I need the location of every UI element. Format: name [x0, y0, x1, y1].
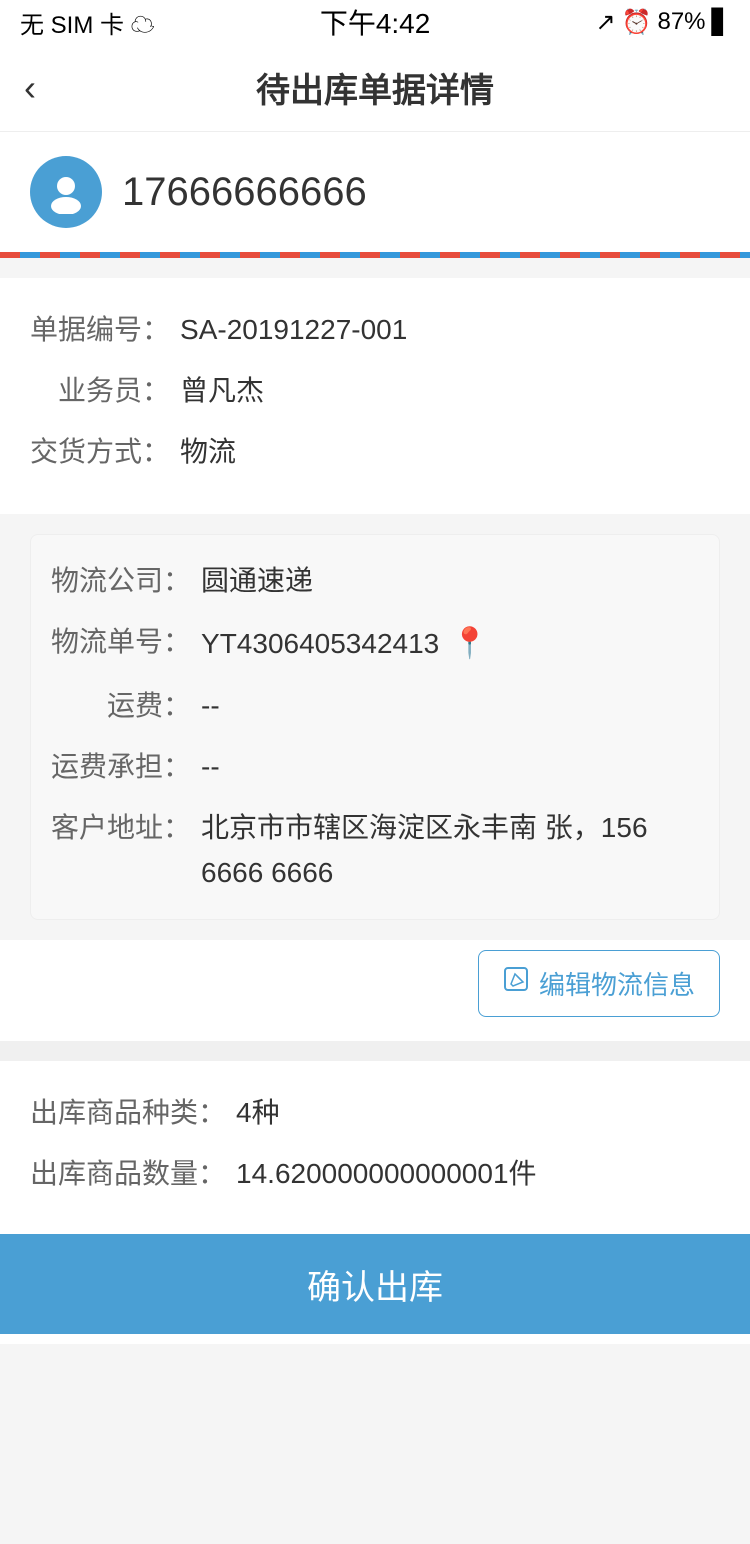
goods-quantity-value: 14.620000000000001件 [236, 1152, 720, 1197]
freight-bear-label: 运费承担： [51, 745, 191, 790]
page-title: 待出库单据详情 [256, 63, 494, 112]
status-left: 无 SIM 卡 ☁ [20, 5, 155, 40]
logistics-tracking-label: 物流单号： [51, 620, 191, 665]
goods-section: 出库商品种类： 4种 出库商品数量： 14.620000000000001件 [0, 1061, 750, 1237]
address-value: 北京市市辖区海淀区永丰南 张，156 6666 6666 [201, 806, 699, 896]
goods-quantity-label: 出库商品数量： [30, 1152, 226, 1197]
address-row: 客户地址： 北京市市辖区海淀区永丰南 张，156 6666 6666 [51, 806, 699, 896]
freight-bear-row: 运费承担： -- [51, 745, 699, 790]
section-separator [0, 1041, 750, 1061]
status-bar: 无 SIM 卡 ☁ 下午4:42 ↗ ⏰ 87% ▋ [0, 0, 750, 44]
status-time: 下午4:42 [320, 2, 431, 42]
freight-value: -- [201, 684, 699, 729]
back-button[interactable]: ‹ [24, 67, 36, 109]
tracking-number: YT43064053424​13 [201, 622, 439, 667]
map-pin-icon[interactable]: 📍 [451, 620, 488, 668]
freight-label: 运费： [51, 684, 191, 729]
goods-types-label: 出库商品种类： [30, 1091, 226, 1136]
delivery-row: 交货方式： 物流 [30, 430, 720, 475]
bottom-spacer [0, 1344, 750, 1544]
battery-icon: ▋ [712, 8, 730, 37]
freight-bear-value: -- [201, 745, 699, 790]
confirm-button[interactable]: 确认出库 [307, 1260, 443, 1309]
logistics-company-label: 物流公司： [51, 559, 191, 604]
avatar [30, 156, 102, 228]
battery-level: 87% [657, 8, 705, 36]
logistics-card: 物流公司： 圆通速递 物流单号： YT43064053424​13 📍 运费： … [30, 534, 720, 920]
dashed-divider [0, 252, 750, 258]
order-no-row: 单据编号： SA-20191227-001 [30, 308, 720, 353]
edit-logistics-button[interactable]: 编辑物流信息 [478, 950, 720, 1017]
alarm-icon: ⏰ [622, 8, 652, 37]
nav-bar: ‹ 待出库单据详情 [0, 44, 750, 132]
basic-info-section: 单据编号： SA-20191227-001 业务员： 曾凡杰 交货方式： 物流 [0, 278, 750, 514]
logistics-company-value: 圆通速递 [201, 559, 699, 604]
salesman-label: 业务员： [30, 369, 170, 414]
order-no-label: 单据编号： [30, 308, 170, 353]
logistics-company-row: 物流公司： 圆通速递 [51, 559, 699, 604]
goods-quantity-row: 出库商品数量： 14.620000000000001件 [30, 1152, 720, 1197]
delivery-value: 物流 [180, 430, 720, 475]
user-header: 17666666666 [0, 132, 750, 252]
delivery-label: 交货方式： [30, 430, 170, 475]
edit-logistics-label: 编辑物流信息 [539, 965, 695, 1002]
confirm-bar[interactable]: 确认出库 [0, 1234, 750, 1334]
order-no-value: SA-20191227-001 [180, 308, 720, 353]
salesman-value: 曾凡杰 [180, 369, 720, 414]
logistics-tracking-row: 物流单号： YT43064053424​13 📍 [51, 620, 699, 668]
user-phone: 17666666666 [122, 170, 367, 215]
edit-btn-row: 编辑物流信息 [0, 940, 750, 1041]
sim-status: 无 SIM 卡 ☁ [20, 5, 155, 40]
freight-row: 运费： -- [51, 684, 699, 729]
edit-icon [503, 966, 531, 1001]
location-icon: ↗ [595, 8, 615, 37]
logistics-tracking-value: YT43064053424​13 📍 [201, 620, 699, 668]
goods-types-value: 4种 [236, 1091, 720, 1136]
avatar-icon [44, 170, 88, 214]
salesman-row: 业务员： 曾凡杰 [30, 369, 720, 414]
address-label: 客户地址： [51, 806, 191, 851]
goods-types-row: 出库商品种类： 4种 [30, 1091, 720, 1136]
status-right: ↗ ⏰ 87% ▋ [595, 8, 730, 37]
